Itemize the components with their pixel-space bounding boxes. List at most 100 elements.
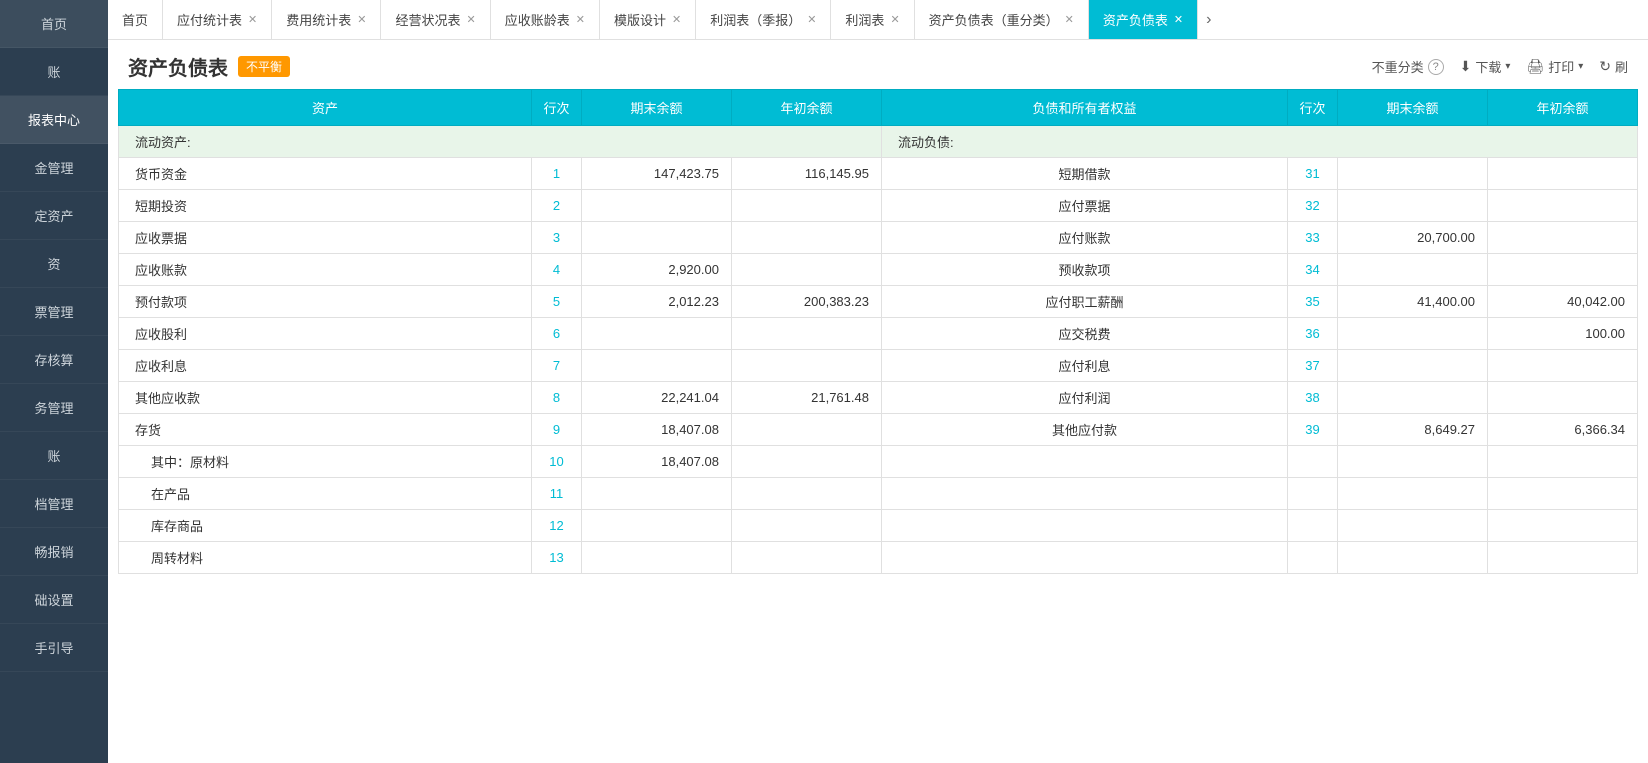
table-area: 资产 行次 期末余额 年初余额 负债和所有者权益 行次 期末余额 年初余额 流动…: [108, 89, 1648, 763]
left-beg-balance: [731, 446, 881, 478]
close-icon[interactable]: ✕: [248, 13, 257, 26]
print-button[interactable]: 🖨 打印 ▾: [1526, 57, 1583, 76]
left-row-num: 7: [531, 350, 581, 382]
tab-expense-summary[interactable]: 费用统计表 ✕: [272, 0, 381, 40]
sidebar-item-account[interactable]: 账: [0, 48, 108, 96]
right-section-label: 流动负债:: [881, 126, 1637, 158]
tab-ap-summary[interactable]: 应付统计表 ✕: [163, 0, 272, 40]
sidebar-item-archive-mgmt[interactable]: 档管理: [0, 480, 108, 528]
sidebar-item-report-center[interactable]: 报表中心: [0, 96, 108, 144]
sidebar-item-basic-settings[interactable]: 础设置: [0, 576, 108, 624]
close-icon[interactable]: ✕: [357, 13, 366, 26]
chevron-down-icon: ▾: [1578, 61, 1583, 72]
right-item-name: 应付账款: [881, 222, 1287, 254]
right-beg-balance: [1488, 158, 1638, 190]
table-row: 应收股利 6 应交税费 36 100.00: [119, 318, 1638, 350]
right-beg-balance: [1488, 222, 1638, 254]
left-row-num: 4: [531, 254, 581, 286]
right-item-name: [881, 446, 1287, 478]
left-end-balance: [581, 190, 731, 222]
close-icon[interactable]: ✕: [807, 13, 816, 26]
right-row-num: 36: [1288, 318, 1338, 350]
table-row: 预付款项 5 2,012.23 200,383.23 应付职工薪酬 35 41,…: [119, 286, 1638, 318]
close-icon[interactable]: ✕: [890, 13, 899, 26]
left-end-balance: 147,423.75: [581, 158, 731, 190]
help-icon[interactable]: ?: [1428, 59, 1444, 75]
download-button[interactable]: ⬇ 下载 ▾: [1460, 57, 1511, 76]
right-end-balance: [1338, 350, 1488, 382]
left-item-name: 应收股利: [119, 318, 532, 350]
right-end-balance: [1338, 510, 1488, 542]
close-icon[interactable]: ✕: [1174, 13, 1183, 26]
sidebar-item-tax-mgmt[interactable]: 务管理: [0, 384, 108, 432]
right-row-num: 35: [1288, 286, 1338, 318]
sidebar-item-fund-mgmt[interactable]: 金管理: [0, 144, 108, 192]
right-item-name: [881, 542, 1287, 574]
left-item-name: 周转材料: [119, 542, 532, 574]
right-item-name: 其他应付款: [881, 414, 1287, 446]
print-icon: 🖨: [1526, 58, 1544, 75]
sidebar-item-investment[interactable]: 资: [0, 240, 108, 288]
left-beg-balance: 21,761.48: [731, 382, 881, 414]
sidebar-item-inventory-calc[interactable]: 存核算: [0, 336, 108, 384]
right-beg-balance: [1488, 510, 1638, 542]
page-title: 资产负债表: [128, 52, 228, 81]
table-row: 周转材料 13: [119, 542, 1638, 574]
tab-profit[interactable]: 利润表 ✕: [831, 0, 914, 40]
left-beg-balance: [731, 318, 881, 350]
right-row-num: 31: [1288, 158, 1338, 190]
left-item-name: 预付款项: [119, 286, 532, 318]
tab-home[interactable]: 首页: [108, 0, 163, 40]
right-end-balance: [1338, 318, 1488, 350]
close-icon[interactable]: ✕: [576, 13, 585, 26]
left-end-balance: 2,920.00: [581, 254, 731, 286]
right-beg-balance: [1488, 350, 1638, 382]
tab-ar-aging[interactable]: 应收账龄表 ✕: [491, 0, 600, 40]
sidebar-scroll: 首页 账 报表中心 金管理 定资产 资 票管理 存核算 务管理 账 档管理 畅报…: [0, 0, 108, 763]
right-row-num: 39: [1288, 414, 1338, 446]
close-icon[interactable]: ✕: [467, 13, 476, 26]
col-header-end-balance-right: 期末余额: [1338, 90, 1488, 126]
left-item-name: 应收票据: [119, 222, 532, 254]
left-section-label: 流动资产:: [119, 126, 882, 158]
sidebar-item-ticket-mgmt[interactable]: 票管理: [0, 288, 108, 336]
left-item-name: 存货: [119, 414, 532, 446]
right-item-name: 应付职工薪酬: [881, 286, 1287, 318]
table-row: 货币资金 1 147,423.75 116,145.95 短期借款 31: [119, 158, 1638, 190]
right-beg-balance: [1488, 382, 1638, 414]
header-actions: 不重分类 ? ⬇ 下载 ▾ 🖨 打印 ▾ ↻ 刷: [1372, 57, 1628, 76]
sidebar-item-fixed-assets[interactable]: 定资产: [0, 192, 108, 240]
right-item-name: [881, 510, 1287, 542]
left-row-num: 9: [531, 414, 581, 446]
col-header-beg-balance-left: 年初余额: [731, 90, 881, 126]
tab-template-design[interactable]: 模版设计 ✕: [600, 0, 696, 40]
left-item-name: 其他应收款: [119, 382, 532, 414]
right-end-balance: 8,649.27: [1338, 414, 1488, 446]
table-row: 其他应收款 8 22,241.04 21,761.48 应付利润 38: [119, 382, 1638, 414]
close-icon[interactable]: ✕: [672, 13, 681, 26]
unbalanced-badge: 不平衡: [238, 56, 290, 77]
left-end-balance: 2,012.23: [581, 286, 731, 318]
sidebar-item-home[interactable]: 首页: [0, 0, 108, 48]
tab-balance-reclassified[interactable]: 资产负债表（重分类） ✕: [915, 0, 1089, 40]
tab-profit-quarterly[interactable]: 利润表（季报） ✕: [696, 0, 831, 40]
left-beg-balance: 116,145.95: [731, 158, 881, 190]
close-icon[interactable]: ✕: [1065, 13, 1074, 26]
sidebar-item-ledger[interactable]: 账: [0, 432, 108, 480]
right-row-num: 32: [1288, 190, 1338, 222]
left-row-num: 6: [531, 318, 581, 350]
right-beg-balance: [1488, 478, 1638, 510]
right-row-num: [1288, 478, 1338, 510]
right-beg-balance: 40,042.00: [1488, 286, 1638, 318]
tab-more-button[interactable]: ›: [1198, 0, 1219, 40]
sidebar-item-quick-report[interactable]: 畅报销: [0, 528, 108, 576]
tab-balance-sheet[interactable]: 资产负债表 ✕: [1089, 0, 1198, 40]
table-row: 在产品 11: [119, 478, 1638, 510]
tab-operation-status[interactable]: 经营状况表 ✕: [381, 0, 490, 40]
refresh-button[interactable]: ↻ 刷: [1599, 57, 1628, 76]
sidebar-item-guide[interactable]: 手引导: [0, 624, 108, 672]
right-end-balance: [1338, 254, 1488, 286]
no-reclassify-button[interactable]: 不重分类 ?: [1372, 57, 1444, 76]
right-row-num: [1288, 542, 1338, 574]
left-row-num: 13: [531, 542, 581, 574]
